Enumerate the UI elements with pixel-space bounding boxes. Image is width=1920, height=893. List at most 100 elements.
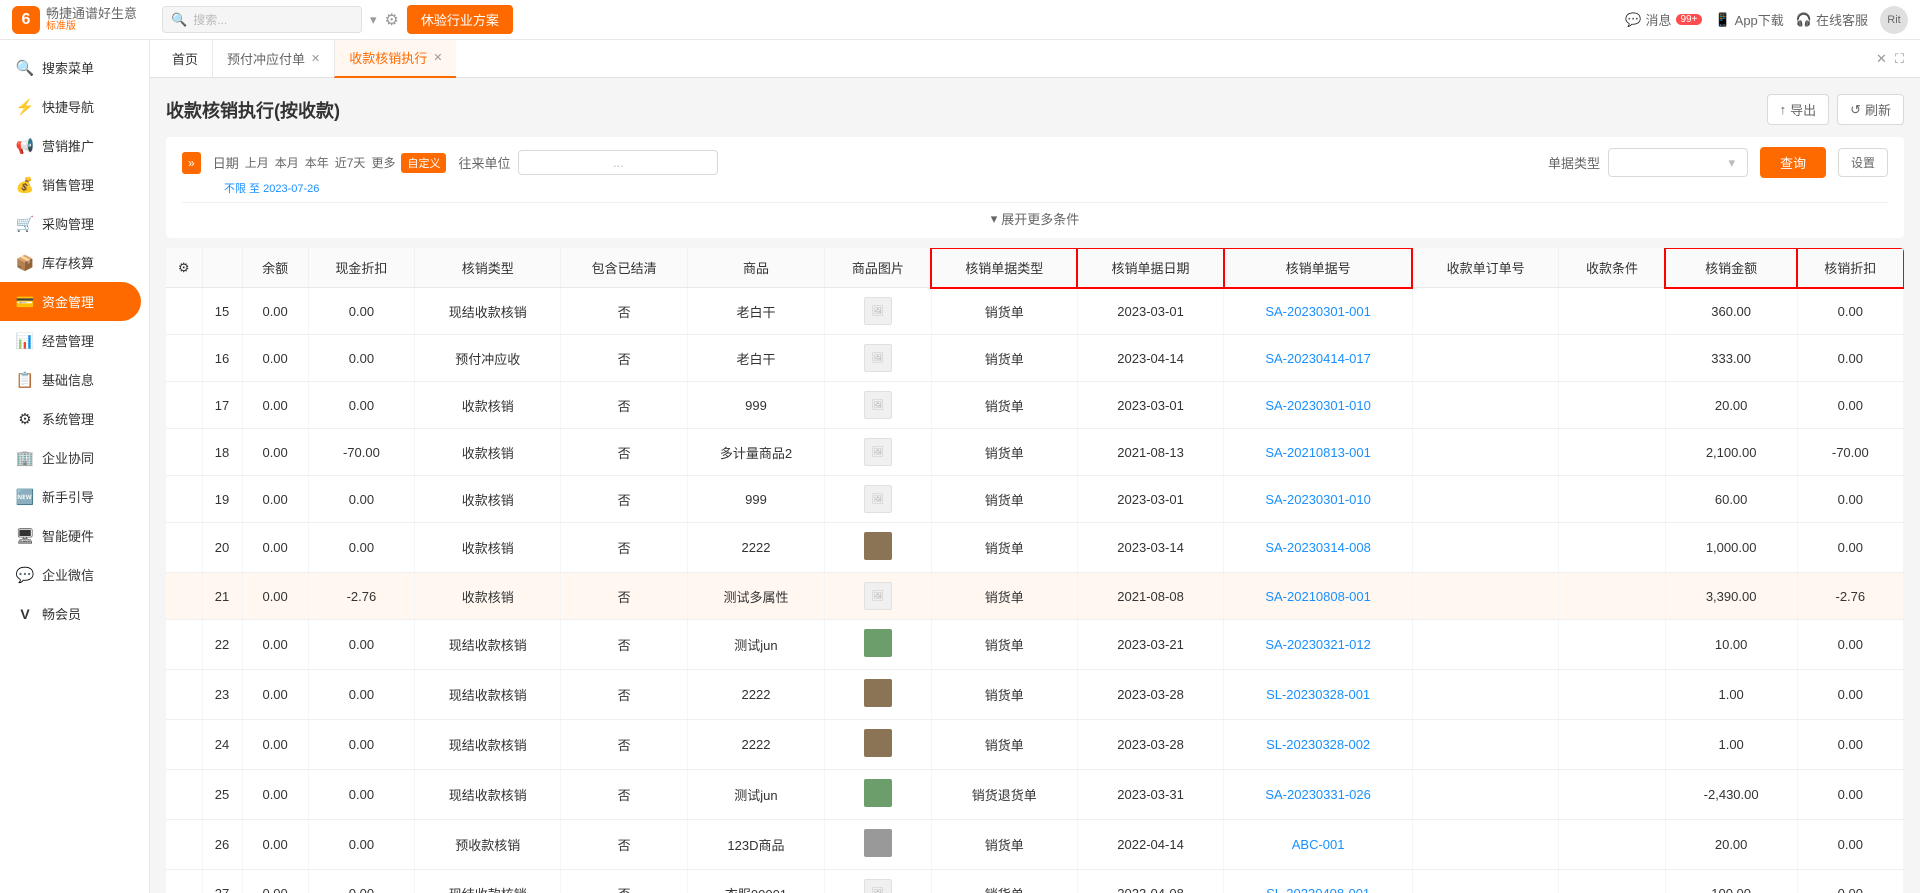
sidebar-item-wechat[interactable]: 💬 企业微信 — [0, 555, 149, 594]
cell-verify-amount: 20.00 — [1665, 382, 1797, 429]
bill-no-link[interactable]: SA-20230301-010 — [1265, 398, 1371, 413]
cell-include-settled: 否 — [561, 523, 687, 573]
tab-bar: 首页 预付冲应付单 ✕ 收款核销执行 ✕ ✕ ⛶ — [150, 40, 1920, 78]
bill-no-link[interactable]: SA-20210808-001 — [1265, 589, 1371, 604]
setting-button[interactable]: 设置 — [1838, 148, 1888, 177]
cell-cash-discount: 0.00 — [308, 820, 414, 870]
cell-include-settled: 否 — [561, 870, 687, 893]
cell-payment-terms — [1559, 670, 1665, 720]
sidebar-item-basicinfo[interactable]: 📋 基础信息 — [0, 360, 149, 399]
cell-settings — [166, 335, 202, 382]
online-service-action[interactable]: 🎧 在线客服 — [1796, 10, 1868, 29]
last7-btn[interactable]: 近7天 — [335, 154, 366, 171]
user-avatar[interactable]: Rit — [1880, 6, 1908, 34]
purchase-icon: 🛒 — [16, 215, 34, 233]
this-year-btn[interactable]: 本年 — [305, 154, 329, 171]
cell-settings — [166, 770, 202, 820]
bill-no-link[interactable]: SA-20230321-012 — [1265, 637, 1371, 652]
bill-no-link[interactable]: SA-20230301-001 — [1265, 304, 1371, 319]
bill-no-link[interactable]: SA-20230414-017 — [1265, 351, 1371, 366]
sidebar-item-label: 经营管理 — [42, 331, 94, 350]
cell-include-settled: 否 — [561, 476, 687, 523]
sidebar-item-hardware[interactable]: 🖥 智能硬件 — [0, 516, 149, 555]
messages-action[interactable]: 💬 消息 99+ — [1625, 10, 1702, 29]
cell-verify-amount: 10.00 — [1665, 620, 1797, 670]
sidebar-item-guide[interactable]: 🆕 新手引导 — [0, 477, 149, 516]
bill-no-link[interactable]: SL-20230328-002 — [1266, 737, 1370, 752]
sidebar-item-system[interactable]: ⚙ 系统管理 — [0, 399, 149, 438]
cell-seq: 23 — [202, 670, 242, 720]
tab-receipt-verify-close[interactable]: ✕ — [433, 51, 442, 64]
this-month-btn[interactable]: 本月 — [275, 154, 299, 171]
global-search-box[interactable]: 🔍 搜索... — [162, 6, 362, 33]
cell-goods: 测试jun — [687, 620, 824, 670]
marketing-icon: 📢 — [16, 137, 34, 155]
cell-receipt-order-no — [1412, 382, 1558, 429]
cell-verify-bill-date: 2023-03-28 — [1077, 720, 1223, 770]
gear-button[interactable]: ⚙ — [385, 10, 399, 30]
sidebar-item-business[interactable]: 📊 经营管理 — [0, 321, 149, 360]
cell-verify-bill-no: SL-20230408-001 — [1224, 870, 1413, 893]
sidebar-item-finance[interactable]: 💳 资金管理 — [0, 282, 141, 321]
expand-more-btn[interactable]: ▾ 展开更多条件 — [991, 209, 1080, 228]
page-actions: ↑ 导出 ↺ 刷新 — [1767, 94, 1904, 125]
table-row: 15 0.00 0.00 现结收款核销 否 老白干 🖼 销货单 2023-03-… — [166, 288, 1904, 335]
bill-no-link[interactable]: SA-20230301-010 — [1265, 492, 1371, 507]
cell-verify-discount: -70.00 — [1797, 429, 1903, 476]
sidebar-item-sales[interactable]: 💰 销售管理 — [0, 165, 149, 204]
industry-button[interactable]: 休验行业方案 — [407, 5, 513, 34]
maximize-icon[interactable]: ⛶ — [1895, 51, 1904, 67]
cell-verify-type: 收款核销 — [415, 476, 561, 523]
custom-btn[interactable]: 自定义 — [401, 153, 446, 173]
bill-no-link[interactable]: SL-20230328-001 — [1266, 687, 1370, 702]
settings-col-icon[interactable]: ⚙ — [178, 260, 190, 275]
tab-receipt-verify[interactable]: 收款核销执行 ✕ — [334, 40, 456, 78]
export-button[interactable]: ↑ 导出 — [1767, 94, 1830, 125]
tab-home[interactable]: 首页 — [158, 40, 212, 78]
sidebar-item-purchase[interactable]: 🛒 采购管理 — [0, 204, 149, 243]
refresh-button[interactable]: ↺ 刷新 — [1837, 94, 1904, 125]
sidebar-item-quicknav[interactable]: ⚡ 快捷导航 — [0, 87, 149, 126]
close-window-icon[interactable]: ✕ — [1876, 51, 1887, 67]
cell-verify-amount: 100.00 — [1665, 870, 1797, 893]
sidebar-item-search[interactable]: 🔍 搜索菜单 — [0, 48, 149, 87]
filter-expand-arrow[interactable]: » — [182, 152, 201, 174]
last-month-btn[interactable]: 上月 — [245, 154, 269, 171]
partner-input[interactable]: ... — [518, 150, 718, 175]
sidebar-item-vip[interactable]: V 畅会员 — [0, 594, 149, 633]
dropdown-icon[interactable]: ▾ — [370, 12, 377, 28]
logo-text: 畅捷通谱好生意 标准版 — [46, 6, 137, 34]
app-download-action[interactable]: 📱 App下载 — [1714, 10, 1783, 29]
col-settings[interactable]: ⚙ — [166, 248, 202, 288]
cell-verify-amount: 2,100.00 — [1665, 429, 1797, 476]
cell-seq: 25 — [202, 770, 242, 820]
bill-no-link[interactable]: SA-20230331-026 — [1265, 787, 1371, 802]
query-button[interactable]: 查询 — [1760, 147, 1826, 178]
tab-prepay-close[interactable]: ✕ — [311, 52, 320, 65]
bill-type-select[interactable]: ▾ — [1608, 148, 1748, 177]
bill-no-link[interactable]: SL-20230408-001 — [1266, 886, 1370, 893]
more-btn[interactable]: 更多 — [371, 154, 395, 171]
cell-verify-bill-no: SL-20230328-001 — [1224, 670, 1413, 720]
bill-no-link[interactable]: SA-20210813-001 — [1265, 445, 1371, 460]
col-verify-bill-no: 核销单据号 — [1224, 248, 1413, 288]
cell-settings — [166, 429, 202, 476]
bill-no-link[interactable]: SA-20230314-008 — [1265, 540, 1371, 555]
sidebar-item-enterprise[interactable]: 🏢 企业协同 — [0, 438, 149, 477]
col-receipt-order-no: 收款单订单号 — [1412, 248, 1558, 288]
sidebar-item-marketing[interactable]: 📢 营销推广 — [0, 126, 149, 165]
cell-seq: 22 — [202, 620, 242, 670]
sidebar-item-label: 搜索菜单 — [42, 58, 94, 77]
cell-verify-bill-no: SA-20230314-008 — [1224, 523, 1413, 573]
sidebar-item-inventory[interactable]: 📦 库存核算 — [0, 243, 149, 282]
bill-no-link[interactable]: ABC-001 — [1292, 837, 1345, 852]
cell-goods-img — [825, 620, 931, 670]
cell-balance: 0.00 — [242, 573, 308, 620]
table-row: 22 0.00 0.00 现结收款核销 否 测试jun 销货单 2023-03-… — [166, 620, 1904, 670]
cell-cash-discount: -70.00 — [308, 429, 414, 476]
cell-seq: 27 — [202, 870, 242, 893]
cell-goods-img: 🖼 — [825, 573, 931, 620]
cell-verify-discount: 0.00 — [1797, 476, 1903, 523]
sidebar-item-label: 系统管理 — [42, 409, 94, 428]
tab-prepay[interactable]: 预付冲应付单 ✕ — [212, 40, 334, 78]
